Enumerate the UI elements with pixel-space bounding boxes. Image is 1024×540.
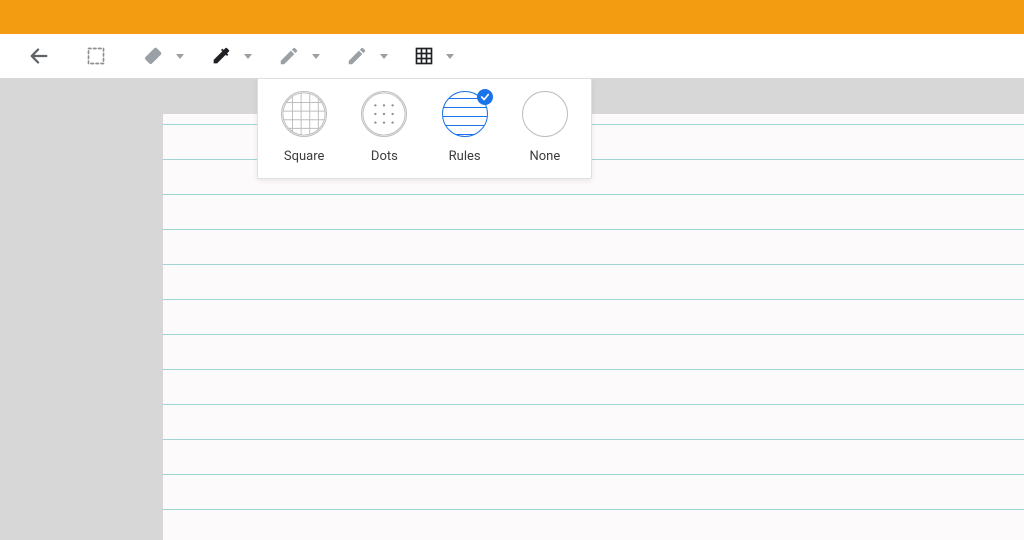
- chevron-down-icon: [244, 54, 252, 59]
- toolbar: [0, 34, 1024, 78]
- arrow-left-icon: [28, 45, 50, 67]
- background-grid-button[interactable]: [406, 38, 442, 74]
- back-button[interactable]: [20, 38, 58, 74]
- grid-icon: [414, 46, 434, 66]
- eyedropper-dropdown[interactable]: [240, 54, 256, 59]
- pen-tool-1-button[interactable]: [270, 38, 308, 74]
- selected-check-icon: [477, 89, 493, 105]
- eyedropper-icon: [210, 45, 232, 67]
- option-label: Rules: [449, 149, 481, 164]
- selection-tool-button[interactable]: [78, 38, 114, 74]
- option-label: Square: [284, 149, 325, 164]
- left-gutter: [0, 78, 163, 540]
- pen-2-dropdown[interactable]: [376, 54, 392, 59]
- background-option-square[interactable]: Square: [268, 91, 340, 164]
- pen-icon: [278, 45, 300, 67]
- pen-icon: [346, 45, 368, 67]
- eyedropper-tool-button[interactable]: [202, 38, 240, 74]
- option-label: None: [529, 149, 560, 164]
- eraser-dropdown[interactable]: [172, 54, 188, 59]
- background-grid-dropdown[interactable]: [442, 54, 458, 59]
- title-bar: [0, 0, 1024, 34]
- pen-tool-2-button[interactable]: [338, 38, 376, 74]
- chevron-down-icon: [176, 54, 184, 59]
- pen-1-dropdown[interactable]: [308, 54, 324, 59]
- eraser-icon: [142, 45, 164, 67]
- eraser-tool-button[interactable]: [134, 38, 172, 74]
- background-option-dots[interactable]: Dots: [348, 91, 420, 164]
- option-label: Dots: [371, 149, 398, 164]
- chevron-down-icon: [380, 54, 388, 59]
- none-pattern-icon: [522, 91, 568, 137]
- background-option-none[interactable]: None: [509, 91, 581, 164]
- dots-pattern-icon: [361, 91, 407, 137]
- square-pattern-icon: [281, 91, 327, 137]
- chevron-down-icon: [312, 54, 320, 59]
- background-option-rules[interactable]: Rules: [429, 91, 501, 164]
- chevron-down-icon: [446, 54, 454, 59]
- selection-icon: [86, 46, 106, 66]
- background-style-popover: Square Dots Rules None: [257, 78, 592, 179]
